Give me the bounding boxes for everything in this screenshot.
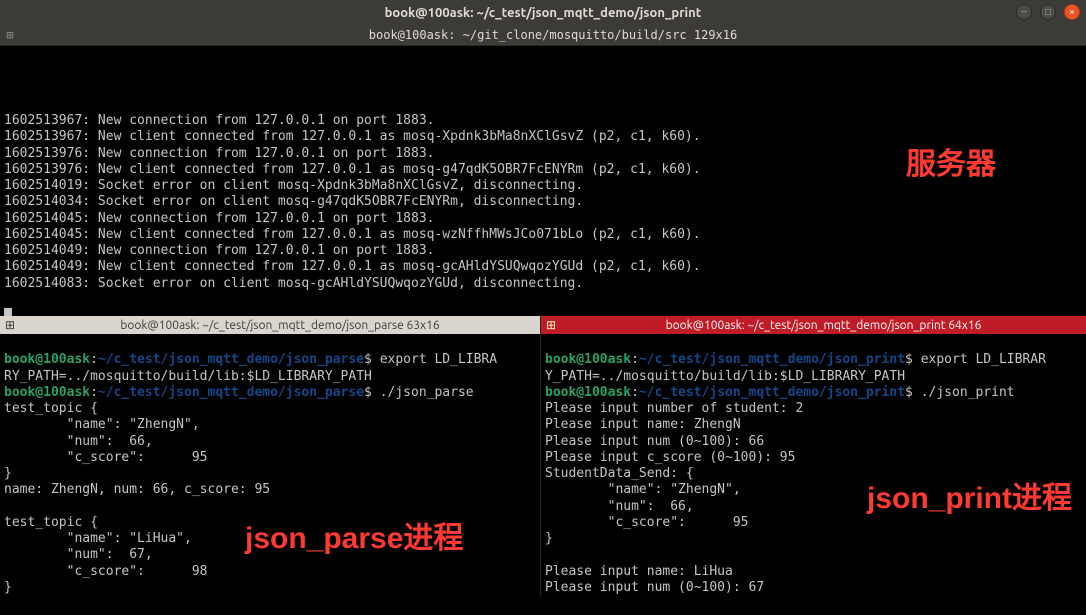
- window-title: book@100ask: ~/c_test/json_mqtt_demo/jso…: [385, 5, 702, 21]
- prompt-user: book@100ask: [545, 385, 631, 400]
- maximize-button[interactable]: □: [1040, 4, 1056, 20]
- cmd-text: export LD_LIBRA: [380, 352, 497, 367]
- prompt-path: ~/c_test/json_mqtt_demo/json_print: [639, 385, 905, 400]
- top-terminal-pane[interactable]: 1602513967: New connection from 127.0.0.…: [0, 46, 1086, 316]
- right-pane-header[interactable]: ⊞ book@100ask: ~/c_test/json_mqtt_demo/j…: [541, 316, 1086, 334]
- right-terminal-pane[interactable]: book@100ask:~/c_test/json_mqtt_demo/json…: [541, 334, 1086, 597]
- prompt-path: ~/c_test/json_mqtt_demo/json_parse: [98, 352, 364, 367]
- cursor-icon: [4, 308, 12, 316]
- prompt-path: ~/c_test/json_mqtt_demo/json_print: [639, 352, 905, 367]
- cmd-text-cont: RY_PATH=../mosquitto/build/lib:$LD_LIBRA…: [4, 369, 372, 384]
- close-button[interactable]: ×: [1064, 4, 1080, 20]
- prompt-path: ~/c_test/json_mqtt_demo/json_parse: [98, 385, 364, 400]
- terminal-tabbar: ⊞ book@100ask: ~/git_clone/mosquitto/bui…: [0, 26, 1086, 46]
- left-pane-title: book@100ask: ~/c_test/json_mqtt_demo/jso…: [20, 318, 540, 333]
- prompt-user: book@100ask: [545, 352, 631, 367]
- split-icon[interactable]: ⊞: [541, 318, 561, 333]
- window-titlebar: book@100ask: ~/c_test/json_mqtt_demo/jso…: [0, 0, 1086, 26]
- left-column: ⊞ book@100ask: ~/c_test/json_mqtt_demo/j…: [0, 316, 540, 597]
- left-terminal-pane[interactable]: book@100ask:~/c_test/json_mqtt_demo/json…: [0, 334, 540, 597]
- right-pane-title: book@100ask: ~/c_test/json_mqtt_demo/jso…: [561, 318, 1086, 333]
- cmd-text-cont: Y_PATH=../mosquitto/build/lib:$LD_LIBRAR…: [545, 369, 905, 384]
- left-pane-header[interactable]: ⊞ book@100ask: ~/c_test/json_mqtt_demo/j…: [0, 316, 540, 334]
- right-column: ⊞ book@100ask: ~/c_test/json_mqtt_demo/j…: [540, 316, 1086, 597]
- cmd-text: export LD_LIBRAR: [921, 352, 1046, 367]
- json-print-output: Please input number of student: 2 Please…: [545, 401, 1082, 597]
- tab-label[interactable]: book@100ask: ~/git_clone/mosquitto/build…: [20, 28, 1086, 43]
- server-log-output: 1602513967: New connection from 127.0.0.…: [4, 64, 1082, 292]
- minimize-button[interactable]: –: [1016, 4, 1032, 20]
- prompt-user: book@100ask: [4, 385, 90, 400]
- cmd-text: ./json_print: [921, 385, 1015, 400]
- split-icon[interactable]: ⊞: [0, 28, 20, 43]
- prompt-user: book@100ask: [4, 352, 90, 367]
- json-parse-output: test_topic { "name": "ZhengN", "num": 66…: [4, 401, 536, 597]
- bottom-split: ⊞ book@100ask: ~/c_test/json_mqtt_demo/j…: [0, 316, 1086, 597]
- window-controls: – □ ×: [1016, 4, 1080, 20]
- cmd-text: ./json_parse: [380, 385, 474, 400]
- split-icon[interactable]: ⊞: [0, 318, 20, 333]
